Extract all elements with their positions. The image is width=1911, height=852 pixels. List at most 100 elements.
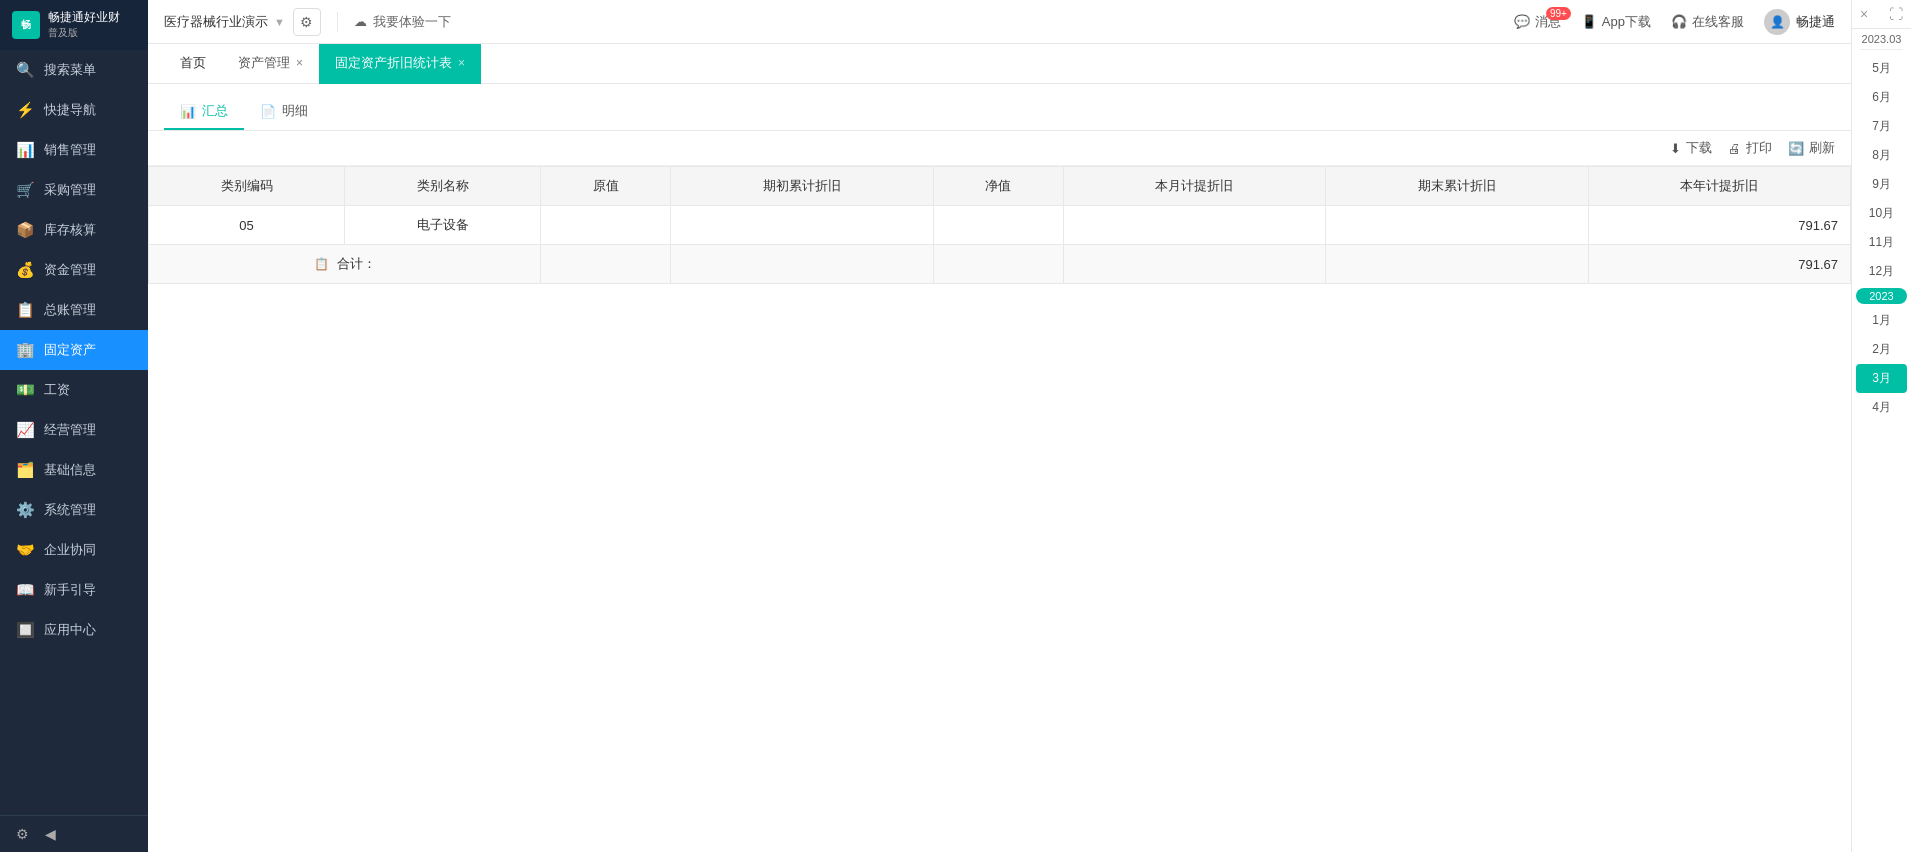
tab-depreciation-close[interactable]: × [458,56,465,70]
service-btn[interactable]: 🎧 在线客服 [1671,13,1744,31]
sidebar-item-fixed[interactable]: 🏢 固定资产 [0,330,148,370]
download-btn[interactable]: ⬇ 下载 [1670,139,1712,157]
panel-date-label: 2023.03 [1860,29,1904,50]
total-row: 📋 合计： 791.67 [149,245,1851,284]
sidebar-label-fixed: 固定资产 [44,341,96,359]
collapse-icon[interactable]: ◀ [45,826,56,842]
sidebar-item-guide[interactable]: 📖 新手引导 [0,570,148,610]
refresh-btn[interactable]: 🔄 刷新 [1788,139,1835,157]
tab-home[interactable]: 首页 [164,44,222,84]
sidebar-icon-guide: 📖 [16,581,34,599]
sidebar-icon-fixed: 🏢 [16,341,34,359]
sidebar-footer: ⚙ ◀ [0,815,148,852]
sidebar-icon-salary: 💵 [16,381,34,399]
app-download-btn[interactable]: 📱 App下载 [1581,13,1651,31]
sidebar-item-system[interactable]: ⚙️ 系统管理 [0,490,148,530]
right-panel: × ⛶ 2023.03 5月 6月 7月 8月 9月 10月 11月 12月 2… [1851,0,1911,852]
print-btn[interactable]: 🖨 打印 [1728,139,1772,157]
month-2[interactable]: 2月 [1852,335,1911,364]
tab-assets-close[interactable]: × [296,56,303,70]
col-original: 原值 [541,167,671,206]
refresh-label: 刷新 [1809,139,1835,157]
panel-close-btn[interactable]: × [1860,6,1868,22]
month-5[interactable]: 5月 [1852,54,1911,83]
sidebar-label-inventory: 库存核算 [44,221,96,239]
sidebar-item-operation[interactable]: 📈 经营管理 [0,410,148,450]
month-8[interactable]: 8月 [1852,141,1911,170]
sidebar-label-ledger: 总账管理 [44,301,96,319]
table-container: 类别编码 类别名称 原值 期初累计折旧 净值 本月计提折旧 期末累计折旧 本年计… [148,166,1851,852]
total-monthly-dep [1063,245,1325,284]
sidebar-item-finance[interactable]: 💰 资金管理 [0,250,148,290]
sidebar-label-apps: 应用中心 [44,621,96,639]
sidebar-item-search[interactable]: 🔍 搜索菜单 [0,50,148,90]
sidebar-label-guide: 新手引导 [44,581,96,599]
month-10[interactable]: 10月 [1852,199,1911,228]
month-11[interactable]: 11月 [1852,228,1911,257]
subtab-summary[interactable]: 📊 汇总 [164,94,244,130]
sidebar-item-quick[interactable]: ⚡ 快捷导航 [0,90,148,130]
month-9[interactable]: 9月 [1852,170,1911,199]
sidebar-item-purchase[interactable]: 🛒 采购管理 [0,170,148,210]
sidebar-item-coop[interactable]: 🤝 企业协同 [0,530,148,570]
month-6[interactable]: 6月 [1852,83,1911,112]
cell-code: 05 [149,206,345,245]
settings-icon[interactable]: ⚙ [16,826,29,842]
content-area: 📊 汇总 📄 明细 ⬇ 下载 🖨 打印 🔄 刷新 [148,84,1851,852]
experience-btn[interactable]: ☁ 我要体验一下 [354,13,451,31]
company-name: 医疗器械行业演示 [164,13,268,31]
total-net [933,245,1063,284]
sidebar-label-search: 搜索菜单 [44,61,96,79]
header-right: 💬 消息 99+ 📱 App下载 🎧 在线客服 👤 畅捷通 [1514,9,1835,35]
download-label: 下载 [1686,139,1712,157]
month-list: 5月 6月 7月 8月 9月 10月 11月 12月 2023 1月 2月 3月… [1852,50,1911,852]
month-7[interactable]: 7月 [1852,112,1911,141]
tab-home-label: 首页 [180,54,206,72]
col-annual-dep: 本年计提折旧 [1588,167,1850,206]
year-2023-badge: 2023 [1856,288,1907,304]
subtab-detail[interactable]: 📄 明细 [244,94,324,130]
sidebar-item-inventory[interactable]: 📦 库存核算 [0,210,148,250]
table-header-row: 类别编码 类别名称 原值 期初累计折旧 净值 本月计提折旧 期末累计折旧 本年计… [149,167,1851,206]
message-btn[interactable]: 💬 消息 99+ [1514,13,1561,31]
sidebar-icon-system: ⚙️ [16,501,34,519]
header-divider [337,12,338,32]
sidebar-item-sales[interactable]: 📊 销售管理 [0,130,148,170]
sidebar-icon-sales: 📊 [16,141,34,159]
sidebar-label-sales: 销售管理 [44,141,96,159]
sidebar-item-basic[interactable]: 🗂️ 基础信息 [0,450,148,490]
print-label: 打印 [1746,139,1772,157]
cell-net [933,206,1063,245]
sidebar-icon-quick: ⚡ [16,101,34,119]
month-3[interactable]: 3月 [1856,364,1907,393]
logo-icon: 畅 [12,11,40,39]
tabs-bar: 首页 资产管理 × 固定资产折旧统计表 × [148,44,1851,84]
experience-text: 我要体验一下 [373,13,451,31]
col-end-dep: 期末累计折旧 [1326,167,1588,206]
tab-assets[interactable]: 资产管理 × [222,44,319,84]
tab-depreciation[interactable]: 固定资产折旧统计表 × [319,44,481,84]
sidebar-item-apps[interactable]: 🔲 应用中心 [0,610,148,650]
username: 畅捷通 [1796,13,1835,31]
sidebar-label-purchase: 采购管理 [44,181,96,199]
month-1[interactable]: 1月 [1852,306,1911,335]
company-selector[interactable]: 医疗器械行业演示 ▼ [164,13,285,31]
download-icon: ⬇ [1670,141,1681,156]
col-initial-dep: 期初累计折旧 [671,167,933,206]
total-icon: 📋 [314,257,329,271]
total-label-cell: 📋 合计： [149,245,541,284]
total-label: 合计： [337,256,376,271]
month-12[interactable]: 12月 [1852,257,1911,286]
sidebar-item-salary[interactable]: 💵 工资 [0,370,148,410]
cell-original [541,206,671,245]
sidebar-item-ledger[interactable]: 📋 总账管理 [0,290,148,330]
mobile-icon: 📱 [1581,14,1597,29]
col-monthly-dep: 本月计提折旧 [1063,167,1325,206]
header-settings-btn[interactable]: ⚙ [293,8,321,36]
month-4[interactable]: 4月 [1852,393,1911,422]
user-info[interactable]: 👤 畅捷通 [1764,9,1835,35]
panel-expand-btn[interactable]: ⛶ [1889,6,1903,22]
sidebar-label-salary: 工资 [44,381,70,399]
cell-name: 电子设备 [345,206,541,245]
sidebar-label-coop: 企业协同 [44,541,96,559]
